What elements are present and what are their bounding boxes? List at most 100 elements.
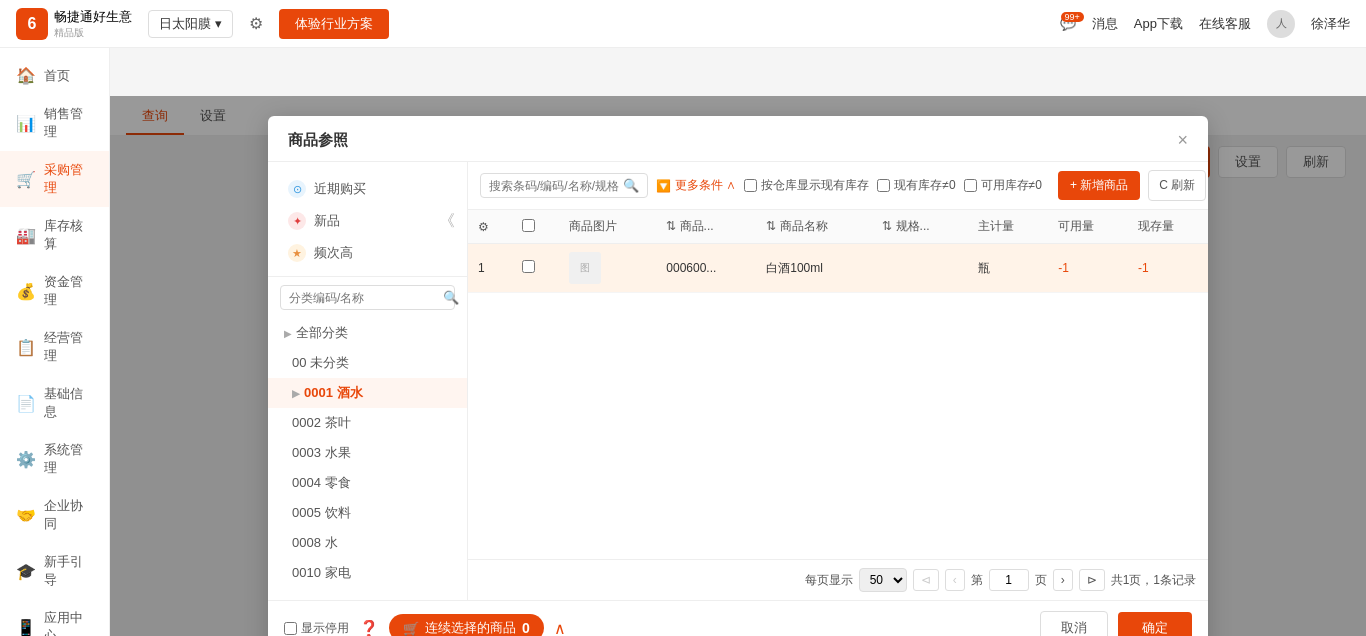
sidebar-label-purchase: 采购管理 xyxy=(44,161,93,197)
refresh-button[interactable]: C 刷新 xyxy=(1148,170,1206,201)
sidebar-item-collab[interactable]: 🤝 企业协同 xyxy=(0,487,109,543)
sidebar-label-finance: 资金管理 xyxy=(44,273,93,309)
collapse-button[interactable]: 《 xyxy=(439,211,455,232)
row-name: 白酒100ml xyxy=(756,244,872,293)
left-panel: ⊙ 近期购买 ✦ 新品 ★ 频次高 《 xyxy=(268,162,468,600)
new-icon: ✦ xyxy=(288,212,306,230)
gear-icon[interactable]: ⚙ xyxy=(245,10,267,37)
product-search-input[interactable] xyxy=(489,179,619,193)
sidebar: 🏠 首页 📊 销售管理 🛒 采购管理 🏭 库存核算 💰 资金管理 📋 经营管理 … xyxy=(0,48,110,636)
show-disabled-checkbox[interactable]: 显示停用 xyxy=(284,620,349,637)
sidebar-item-system[interactable]: ⚙️ 系统管理 xyxy=(0,431,109,487)
cat-unclassified[interactable]: 00 未分类 xyxy=(268,348,467,378)
cat-appliance[interactable]: 0010 家电 xyxy=(268,558,467,588)
sidebar-item-guide[interactable]: 🎓 新手引导 xyxy=(0,543,109,599)
next-page-button[interactable]: › xyxy=(1053,569,1073,591)
confirm-button[interactable]: 确定 xyxy=(1118,612,1192,636)
row-spec xyxy=(872,244,968,293)
cat-fruit-label: 0003 水果 xyxy=(292,444,351,462)
sidebar-item-sales[interactable]: 📊 销售管理 xyxy=(0,95,109,151)
col-settings[interactable]: ⚙ xyxy=(468,210,512,244)
sidebar-label-guide: 新手引导 xyxy=(44,553,93,589)
freq-label: 频次高 xyxy=(314,244,353,262)
search-icon[interactable]: 🔍 xyxy=(623,178,639,193)
cat-tea[interactable]: 0002 茶叶 xyxy=(268,408,467,438)
logo-line1: 畅捷通好生意 xyxy=(54,8,132,26)
avatar[interactable]: 人 xyxy=(1267,10,1295,38)
product-reference-modal: 商品参照 × ⊙ 近期购买 ✦ 新品 xyxy=(268,116,1208,636)
category-search-input[interactable] xyxy=(289,291,439,305)
warehouse-stock-checkbox[interactable]: 按仓库显示现有库存 xyxy=(744,177,869,194)
add-product-button[interactable]: + 新增商品 xyxy=(1058,171,1140,200)
inventory-icon: 🏭 xyxy=(16,226,36,245)
category-search-box[interactable]: 🔍 xyxy=(280,285,455,310)
table-row[interactable]: 1 图 000600... 白酒100ml 瓶 -1 -1 xyxy=(468,244,1208,293)
cart-button[interactable]: 🛒 连续选择的商品 0 xyxy=(389,614,544,636)
usable-stock-checkbox[interactable]: 可用库存≠0 xyxy=(964,177,1042,194)
modal-footer: 显示停用 ❓ 🛒 连续选择的商品 0 ∧ 取消 确定 xyxy=(268,600,1208,636)
sidebar-item-home[interactable]: 🏠 首页 xyxy=(0,56,109,95)
messages-label: 消息 xyxy=(1092,15,1118,33)
logo-line2: 精品版 xyxy=(54,26,132,40)
cancel-button[interactable]: 取消 xyxy=(1040,611,1108,636)
new-label: 新品 xyxy=(314,212,340,230)
cat-fruit[interactable]: 0003 水果 xyxy=(268,438,467,468)
row-check[interactable] xyxy=(512,244,559,293)
cat-snack[interactable]: 0004 零食 xyxy=(268,468,467,498)
expand-icon[interactable]: ∧ xyxy=(554,619,566,637)
page-input[interactable] xyxy=(989,569,1029,591)
row-image: 图 xyxy=(559,244,656,293)
branch-selector[interactable]: 日太阳膜 ▾ xyxy=(148,10,233,38)
apps-icon: 📱 xyxy=(16,618,36,637)
sidebar-label-collab: 企业协同 xyxy=(44,497,93,533)
more-filter-button[interactable]: 🔽 更多条件 ∧ xyxy=(656,177,736,194)
messages-icon[interactable]: 💬 99+ xyxy=(1060,16,1076,31)
cat-tea-label: 0002 茶叶 xyxy=(292,414,351,432)
col-checkbox[interactable] xyxy=(512,210,559,244)
cat-appliance-label: 0010 家电 xyxy=(292,564,351,582)
cat-water[interactable]: 0008 水 xyxy=(268,528,467,558)
col-unit: 主计量 xyxy=(968,210,1048,244)
app-download-link[interactable]: App下载 xyxy=(1134,15,1183,33)
modal-close-button[interactable]: × xyxy=(1177,130,1188,151)
sidebar-label-basic: 基础信息 xyxy=(44,385,93,421)
online-service-link[interactable]: 在线客服 xyxy=(1199,15,1251,33)
frequent-item[interactable]: ★ 频次高 xyxy=(280,238,439,268)
sidebar-item-finance[interactable]: 💰 资金管理 xyxy=(0,263,109,319)
sidebar-item-purchase[interactable]: 🛒 采购管理 xyxy=(0,151,109,207)
col-code[interactable]: ⇅ 商品... xyxy=(656,210,756,244)
col-name[interactable]: ⇅ 商品名称 xyxy=(756,210,872,244)
sidebar-label-inventory: 库存核算 xyxy=(44,217,93,253)
prev-page-button[interactable]: ‹ xyxy=(945,569,965,591)
cat-all[interactable]: ▶ 全部分类 xyxy=(268,318,467,348)
col-spec[interactable]: ⇅ 规格... xyxy=(872,210,968,244)
new-products-item[interactable]: ✦ 新品 xyxy=(280,206,439,236)
recent-purchases-item[interactable]: ⊙ 近期购买 xyxy=(280,174,439,204)
sidebar-item-apps[interactable]: 📱 应用中心 xyxy=(0,599,109,636)
trial-button[interactable]: 体验行业方案 xyxy=(279,9,389,39)
product-search-box[interactable]: 🔍 xyxy=(480,173,648,198)
cat-liquor[interactable]: ▶ 0001 酒水 xyxy=(268,378,467,408)
basic-icon: 📄 xyxy=(16,394,36,413)
sidebar-item-basic[interactable]: 📄 基础信息 xyxy=(0,375,109,431)
chevron-down-icon: ▾ xyxy=(215,16,222,31)
first-page-button[interactable]: ⊲ xyxy=(913,569,939,591)
help-icon[interactable]: ❓ xyxy=(359,619,379,637)
col-stock: 现存量 xyxy=(1128,210,1208,244)
col-available: 可用量 xyxy=(1048,210,1128,244)
cart-icon: 🛒 xyxy=(403,621,419,636)
cat-beverage[interactable]: 0005 饮料 xyxy=(268,498,467,528)
last-page-button[interactable]: ⊳ xyxy=(1079,569,1105,591)
freq-icon: ★ xyxy=(288,244,306,262)
purchase-icon: 🛒 xyxy=(16,170,36,189)
filter-label: 更多条件 ∧ xyxy=(675,177,736,194)
product-table: ⚙ 商品图片 ⇅ 商品... ⇅ 商品名称 ⇅ 规格... 主计量 可用量 现存… xyxy=(468,210,1208,560)
sidebar-item-business[interactable]: 📋 经营管理 xyxy=(0,319,109,375)
category-search-icon[interactable]: 🔍 xyxy=(443,290,459,305)
per-page-select[interactable]: 50 xyxy=(859,568,907,592)
available-stock-checkbox[interactable]: 现有库存≠0 xyxy=(877,177,955,194)
select-all-checkbox[interactable] xyxy=(522,219,535,232)
modal-header: 商品参照 × xyxy=(268,116,1208,162)
sidebar-item-inventory[interactable]: 🏭 库存核算 xyxy=(0,207,109,263)
per-page-label: 每页显示 xyxy=(805,572,853,589)
